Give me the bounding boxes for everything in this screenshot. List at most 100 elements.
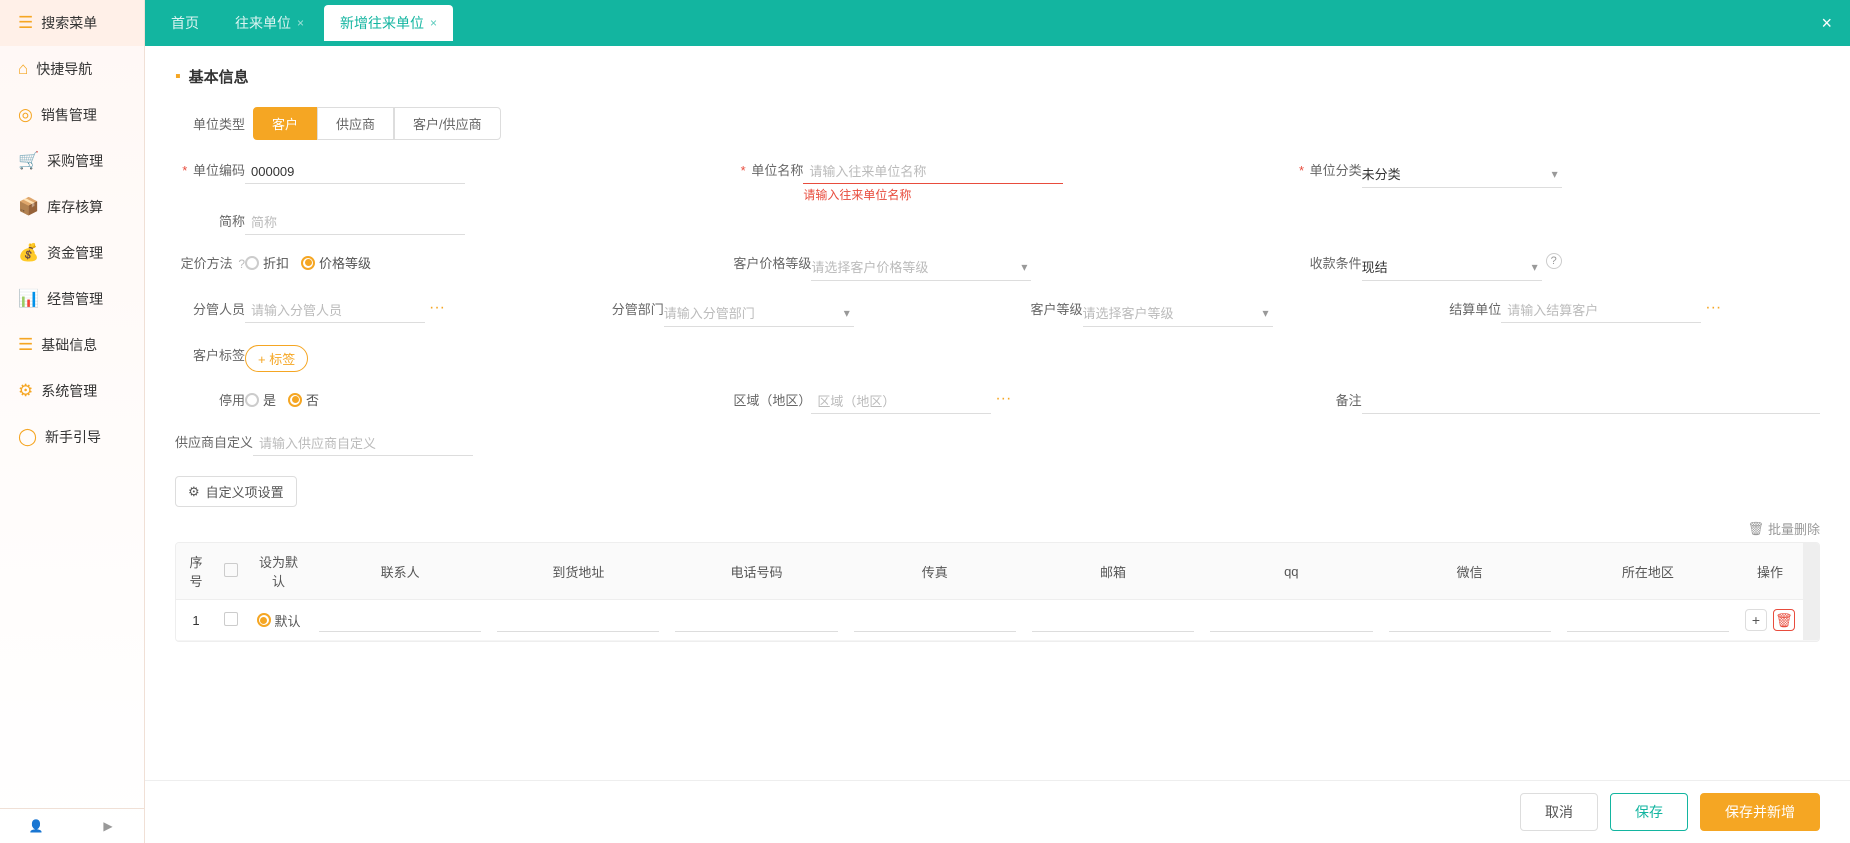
th-action: 操作 — [1737, 543, 1803, 600]
settlement-unit-input[interactable] — [1501, 299, 1701, 323]
td-region[interactable] — [1559, 600, 1737, 641]
tab-bar-close-all[interactable]: × — [1813, 9, 1840, 38]
short-name-row: 简称 — [175, 211, 1820, 235]
tab-new-counterparty-close[interactable]: × — [430, 16, 437, 30]
batch-delete-btn[interactable]: 🗑 批量删除 — [175, 519, 1820, 538]
row-qq-input[interactable] — [1210, 608, 1372, 632]
department-chevron: ▾ — [844, 306, 850, 320]
sidebar-item-purchase[interactable]: 🛒 采购管理 — [0, 138, 144, 184]
customer-level-select[interactable]: 请选择客户等级 ▾ — [1083, 299, 1273, 327]
save-new-button[interactable]: 保存并新增 — [1700, 793, 1820, 831]
td-wechat[interactable] — [1381, 600, 1559, 641]
table-header-row: 序号 设为默认 联系人 到货地址 电话号码 传真 邮箱 qq — [176, 543, 1819, 600]
td-address[interactable] — [489, 600, 667, 641]
table-header-checkbox[interactable] — [224, 563, 238, 577]
unit-name-error: 请输入往来单位名称 — [803, 186, 1261, 203]
row-email-input[interactable] — [1032, 608, 1194, 632]
payment-terms-chevron: ▾ — [1532, 260, 1538, 274]
form-section: ▪ 基本信息 单位类型 客户 供应商 客户/供应商 * — [175, 66, 1820, 780]
sidebar-item-quick-nav[interactable]: ⌂ 快捷导航 — [0, 46, 144, 92]
td-checkbox — [216, 600, 246, 641]
td-contact[interactable] — [311, 600, 489, 641]
row-checkbox[interactable] — [224, 612, 238, 626]
tab-counterparty[interactable]: 往来单位 × — [219, 5, 320, 41]
row-phone-input[interactable] — [675, 608, 837, 632]
unit-category-select[interactable]: 未分类 ▾ — [1362, 160, 1562, 188]
row-region-input[interactable] — [1567, 608, 1729, 632]
default-radio[interactable]: 默认 — [254, 611, 303, 630]
disabled-radio-no[interactable]: 否 — [288, 390, 319, 409]
unit-type-btn-customer[interactable]: 客户 — [253, 107, 317, 140]
unit-type-btn-supplier[interactable]: 供应商 — [317, 107, 394, 140]
disabled-radio-yes[interactable]: 是 — [245, 390, 276, 409]
supplier-custom-input[interactable] — [253, 432, 473, 456]
tab-bar: 首页 往来单位 × 新增往来单位 × × — [145, 0, 1850, 46]
supplier-custom-row: 供应商自定义 — [175, 432, 1820, 456]
sidebar-bottom-btn-right[interactable]: ▶ — [72, 809, 144, 843]
settlement-unit-label: 结算单位 — [1431, 299, 1501, 318]
main: 首页 往来单位 × 新增往来单位 × × ▪ 基本信息 单位类型 客户 — [145, 0, 1850, 843]
td-default[interactable]: 默认 — [246, 600, 311, 641]
unit-type-field: 单位类型 客户 供应商 客户/供应商 — [175, 107, 1820, 140]
base-info-icon: ☰ — [18, 335, 33, 355]
department-select[interactable]: 请输入分管部门 ▾ — [664, 299, 854, 327]
section-icon: ▪ — [175, 68, 181, 86]
td-phone[interactable] — [667, 600, 845, 641]
sidebar-item-inventory[interactable]: 📦 库存核算 — [0, 184, 144, 230]
td-fax[interactable] — [846, 600, 1024, 641]
sidebar-finance-label: 资金管理 — [47, 243, 103, 263]
row-contact-input[interactable] — [319, 608, 481, 632]
unit-type-btn-both[interactable]: 客户/供应商 — [394, 107, 501, 140]
settlement-dots-icon[interactable]: ··· — [1705, 299, 1721, 317]
table-row: 1 默认 — [176, 600, 1819, 641]
pricing-radio-discount[interactable]: 折扣 — [245, 253, 289, 272]
payment-terms-select[interactable]: 现结 ▾ — [1362, 253, 1542, 281]
sidebar-item-base-info[interactable]: ☰ 基础信息 — [0, 322, 144, 368]
cancel-button[interactable]: 取消 — [1520, 793, 1598, 831]
sidebar-item-beginner[interactable]: ◯ 新手引导 — [0, 414, 144, 460]
batch-delete-icon: 🗑 — [1747, 521, 1764, 537]
td-action: + 🗑 — [1737, 600, 1803, 641]
td-qq[interactable] — [1202, 600, 1380, 641]
save-button[interactable]: 保存 — [1610, 793, 1688, 831]
region-input[interactable] — [811, 390, 991, 414]
sidebar-system-label: 系统管理 — [41, 381, 97, 401]
region-dots-icon[interactable]: ··· — [995, 390, 1011, 408]
contact-table-inner: 序号 设为默认 联系人 到货地址 电话号码 传真 邮箱 qq — [176, 543, 1819, 641]
manager-dots-icon[interactable]: ··· — [429, 299, 445, 317]
row-del-btn[interactable]: 🗑 — [1773, 609, 1795, 631]
disabled-radio-group: 是 否 — [245, 390, 319, 409]
unit-name-label: * 单位名称 — [733, 160, 803, 179]
row-wechat-input[interactable] — [1389, 608, 1551, 632]
pricing-radio-level[interactable]: 价格等级 — [301, 253, 371, 272]
pricing-method-group: 定价方法 ? 折扣 价格等级 — [175, 253, 703, 272]
sidebar-item-search[interactable]: ☰ 搜索菜单 — [0, 0, 144, 46]
tab-home[interactable]: 首页 — [155, 5, 215, 41]
unit-name-input[interactable] — [803, 160, 1063, 184]
row-fax-input[interactable] — [854, 608, 1016, 632]
th-default: 设为默认 — [246, 543, 311, 600]
row-address-input[interactable] — [497, 608, 659, 632]
add-tag-button[interactable]: + 标签 — [245, 345, 308, 372]
tab-new-counterparty[interactable]: 新增往来单位 × — [324, 5, 453, 41]
short-name-input[interactable] — [245, 211, 465, 235]
region-label: 区域（地区） — [733, 390, 811, 409]
row-add-btn[interactable]: + — [1745, 609, 1767, 631]
payment-terms-label: 收款条件 — [1292, 253, 1362, 272]
custom-settings-button[interactable]: ⚙ 自定义项设置 — [175, 476, 297, 507]
tab-counterparty-close[interactable]: × — [297, 16, 304, 30]
th-region: 所在地区 — [1559, 543, 1737, 600]
td-email[interactable] — [1024, 600, 1202, 641]
customer-price-level-select[interactable]: 请选择客户价格等级 ▾ — [811, 253, 1031, 281]
sidebar-item-operations[interactable]: 📊 经营管理 — [0, 276, 144, 322]
unit-code-input[interactable] — [245, 160, 465, 184]
manager-input[interactable] — [245, 299, 425, 323]
sidebar-item-sales[interactable]: ◎ 销售管理 — [0, 92, 144, 138]
remarks-input[interactable] — [1362, 390, 1820, 414]
sidebar-item-system[interactable]: ⚙ 系统管理 — [0, 368, 144, 414]
sidebar-item-finance[interactable]: 💰 资金管理 — [0, 230, 144, 276]
sidebar-bottom-btn-left[interactable]: 👤 — [0, 809, 72, 843]
th-wechat: 微信 — [1381, 543, 1559, 600]
content-area: ▪ 基本信息 单位类型 客户 供应商 客户/供应商 * — [145, 46, 1850, 780]
unit-name-group: * 单位名称 请输入往来单位名称 — [733, 160, 1261, 203]
